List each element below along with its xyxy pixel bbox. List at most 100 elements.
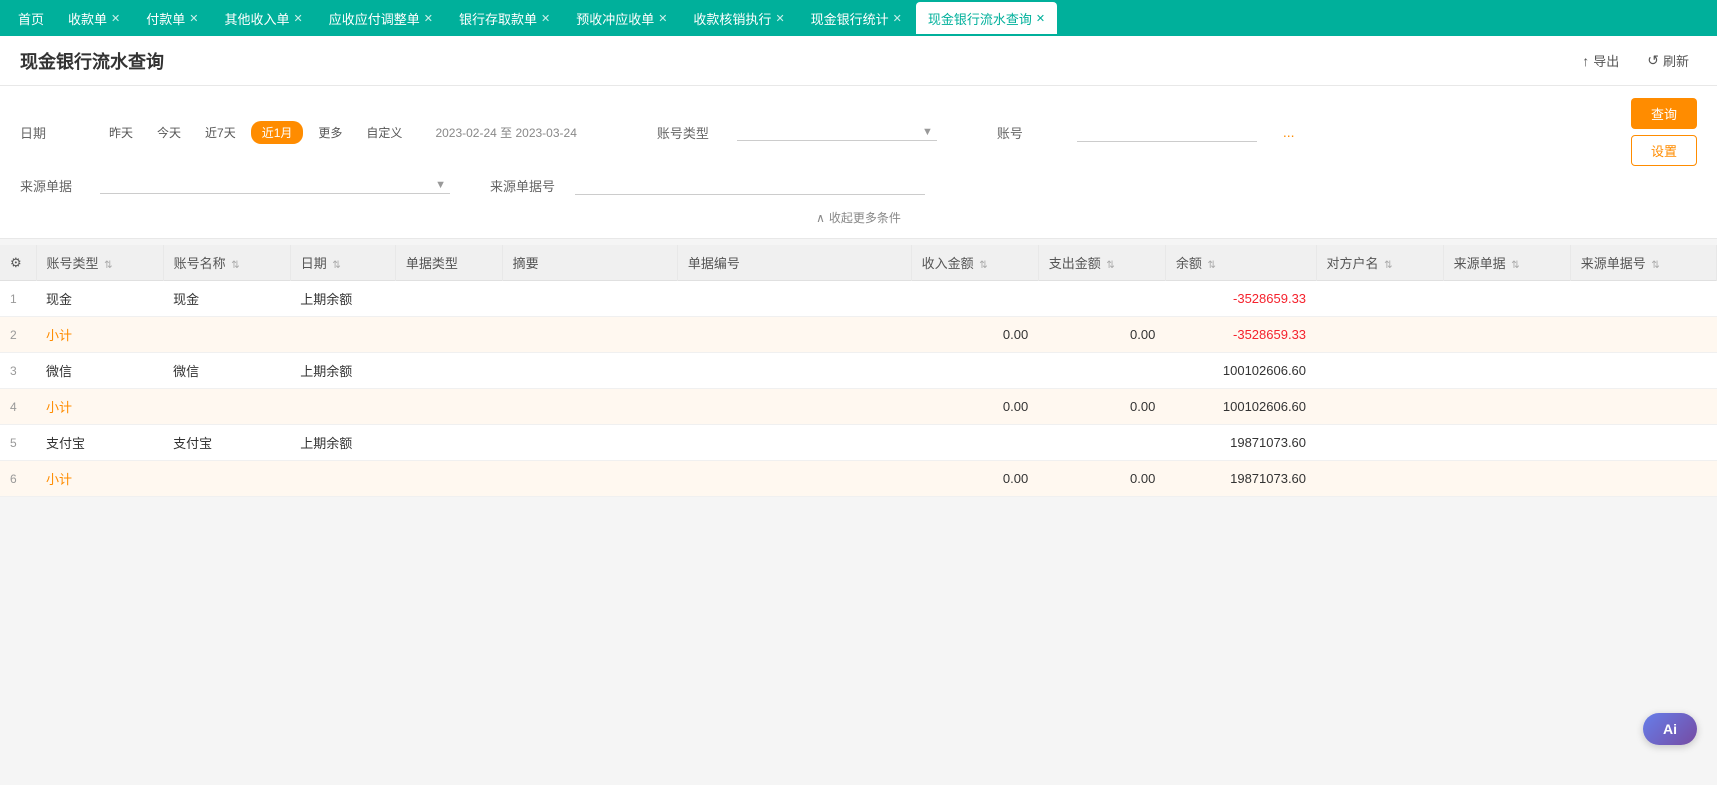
cell-counterpart	[1316, 425, 1443, 461]
col-account-name[interactable]: 账号名称 ⇅	[163, 245, 290, 281]
collapse-bar[interactable]: ∧ 收起更多条件	[20, 205, 1697, 226]
nav-tab-close-icon[interactable]: ✕	[1036, 12, 1045, 25]
cell-expense: 0.00	[1038, 461, 1165, 497]
col-date[interactable]: 日期 ⇅	[290, 245, 395, 281]
nav-tab-close-icon[interactable]: ✕	[189, 12, 198, 25]
settings-button[interactable]: 设置	[1631, 135, 1697, 166]
source-doc-select[interactable]: ▼	[100, 177, 450, 194]
row-num: 4	[0, 389, 36, 425]
cell-source-doc-no	[1570, 281, 1716, 317]
cell-counterpart	[1316, 353, 1443, 389]
refresh-button[interactable]: ↺ 刷新	[1639, 47, 1697, 74]
cell-account-name: 现金	[163, 281, 290, 317]
nav-tab-close-icon[interactable]: ✕	[111, 12, 120, 25]
date-btn-more[interactable]: 更多	[309, 121, 351, 144]
nav-tab-label: 银行存取款单	[459, 9, 537, 28]
filter-section: 日期 昨天 今天 近7天 近1月 更多 自定义 2023-02-24 至 202…	[0, 86, 1717, 239]
header-actions: ↑ 导出 ↺ 刷新	[1574, 47, 1697, 74]
nav-tab-银行存取款单[interactable]: 银行存取款单 ✕	[447, 2, 562, 34]
cell-account-name	[163, 461, 290, 497]
sort-account-type-icon: ⇅	[104, 260, 112, 271]
source-doc-no-input[interactable]	[575, 176, 925, 195]
cell-source-doc	[1443, 281, 1570, 317]
cell-expense: 0.00	[1038, 389, 1165, 425]
nav-tab-label: 应收应付调整单	[329, 9, 420, 28]
cell-source-doc	[1443, 353, 1570, 389]
cell-account-type: 现金	[36, 281, 163, 317]
date-btn-today[interactable]: 今天	[148, 121, 190, 144]
cell-source-doc-no	[1570, 425, 1716, 461]
col-income[interactable]: 收入金额 ⇅	[911, 245, 1038, 281]
header-bar: 现金银行流水查询 ↑ 导出 ↺ 刷新	[0, 36, 1717, 86]
nav-tab-付款单[interactable]: 付款单✕	[134, 2, 210, 34]
sort-counterpart-icon: ⇅	[1384, 260, 1392, 271]
query-button[interactable]: 查询	[1631, 98, 1697, 129]
nav-tab-label: 收款核销执行	[693, 9, 771, 28]
cell-source-doc-no	[1570, 389, 1716, 425]
cell-income	[911, 281, 1038, 317]
cell-source-doc-no	[1570, 317, 1716, 353]
cell-doc-type	[395, 425, 502, 461]
cell-balance: 100102606.60	[1165, 389, 1316, 425]
export-icon: ↑	[1582, 53, 1589, 69]
col-counterpart[interactable]: 对方户名 ⇅	[1316, 245, 1443, 281]
table-container: ⚙ 账号类型 ⇅ 账号名称 ⇅ 日期 ⇅ 单据类型 摘要 单据编号 收入金额 ⇅…	[0, 245, 1717, 497]
nav-tab-close-icon[interactable]: ✕	[424, 12, 433, 25]
col-doc-type[interactable]: 单据类型	[395, 245, 502, 281]
nav-tab-close-icon[interactable]: ✕	[775, 12, 784, 25]
cell-expense	[1038, 281, 1165, 317]
nav-tab-close-icon[interactable]: ✕	[893, 12, 902, 25]
date-btn-1month[interactable]: 近1月	[251, 121, 304, 144]
nav-home[interactable]: 首页	[8, 5, 54, 32]
col-gear[interactable]: ⚙	[0, 245, 36, 281]
col-balance[interactable]: 余额 ⇅	[1165, 245, 1316, 281]
nav-tab-close-icon[interactable]: ✕	[541, 12, 550, 25]
cell-doc-no	[677, 389, 911, 425]
account-type-select[interactable]: ▼	[737, 124, 937, 141]
account-dots-button[interactable]: ...	[1277, 122, 1301, 142]
nav-tab-close-icon[interactable]: ✕	[658, 12, 667, 25]
col-summary[interactable]: 摘要	[502, 245, 677, 281]
nav-tab-其他收入单[interactable]: 其他收入单✕	[212, 2, 314, 34]
data-table: ⚙ 账号类型 ⇅ 账号名称 ⇅ 日期 ⇅ 单据类型 摘要 单据编号 收入金额 ⇅…	[0, 245, 1717, 497]
date-btn-yesterday[interactable]: 昨天	[100, 121, 142, 144]
col-expense[interactable]: 支出金额 ⇅	[1038, 245, 1165, 281]
col-source-doc[interactable]: 来源单据 ⇅	[1443, 245, 1570, 281]
cell-balance: 19871073.60	[1165, 461, 1316, 497]
source-doc-no-text-input[interactable]	[579, 178, 921, 192]
cell-account-name	[163, 317, 290, 353]
ai-button[interactable]: Ai	[1643, 713, 1697, 745]
export-label: 导出	[1593, 51, 1619, 70]
account-input[interactable]	[1077, 123, 1257, 142]
page-title: 现金银行流水查询	[20, 48, 164, 74]
nav-tab-close-icon[interactable]: ✕	[294, 12, 303, 25]
date-btn-custom[interactable]: 自定义	[357, 121, 411, 144]
nav-tab-预收冲应收单[interactable]: 预收冲应收单✕	[564, 2, 679, 34]
cell-expense: 0.00	[1038, 317, 1165, 353]
nav-tab-现金银行统计[interactable]: 现金银行统计✕	[799, 2, 914, 34]
cell-summary	[502, 461, 677, 497]
nav-tab-收款单[interactable]: 收款单 ✕	[56, 2, 132, 34]
table-row: 2 小计 0.00 0.00 -3528659.33	[0, 317, 1717, 353]
sort-date-icon: ⇅	[332, 260, 340, 271]
cell-summary	[502, 281, 677, 317]
cell-source-doc	[1443, 317, 1570, 353]
refresh-label: 刷新	[1663, 51, 1689, 70]
col-doc-no[interactable]: 单据编号	[677, 245, 911, 281]
account-text-input[interactable]	[1081, 125, 1253, 139]
nav-tab-应收应付调整单[interactable]: 应收应付调整单 ✕	[317, 2, 445, 34]
gear-icon: ⚙	[10, 255, 22, 270]
row-num: 2	[0, 317, 36, 353]
nav-tab-收款核销执行[interactable]: 收款核销执行 ✕	[681, 2, 796, 34]
nav-tab-现金银行流水查询[interactable]: 现金银行流水查询✕	[916, 2, 1057, 34]
col-account-type[interactable]: 账号类型 ⇅	[36, 245, 163, 281]
nav-tab-label: 收款单	[68, 9, 107, 28]
source-doc-label: 来源单据	[20, 176, 80, 195]
sort-account-name-icon: ⇅	[231, 260, 239, 271]
cell-income	[911, 425, 1038, 461]
export-button[interactable]: ↑ 导出	[1574, 47, 1627, 74]
cell-counterpart	[1316, 317, 1443, 353]
date-btn-7days[interactable]: 近7天	[196, 121, 245, 144]
col-source-doc-no[interactable]: 来源单据号 ⇅	[1570, 245, 1716, 281]
cell-doc-type	[395, 353, 502, 389]
